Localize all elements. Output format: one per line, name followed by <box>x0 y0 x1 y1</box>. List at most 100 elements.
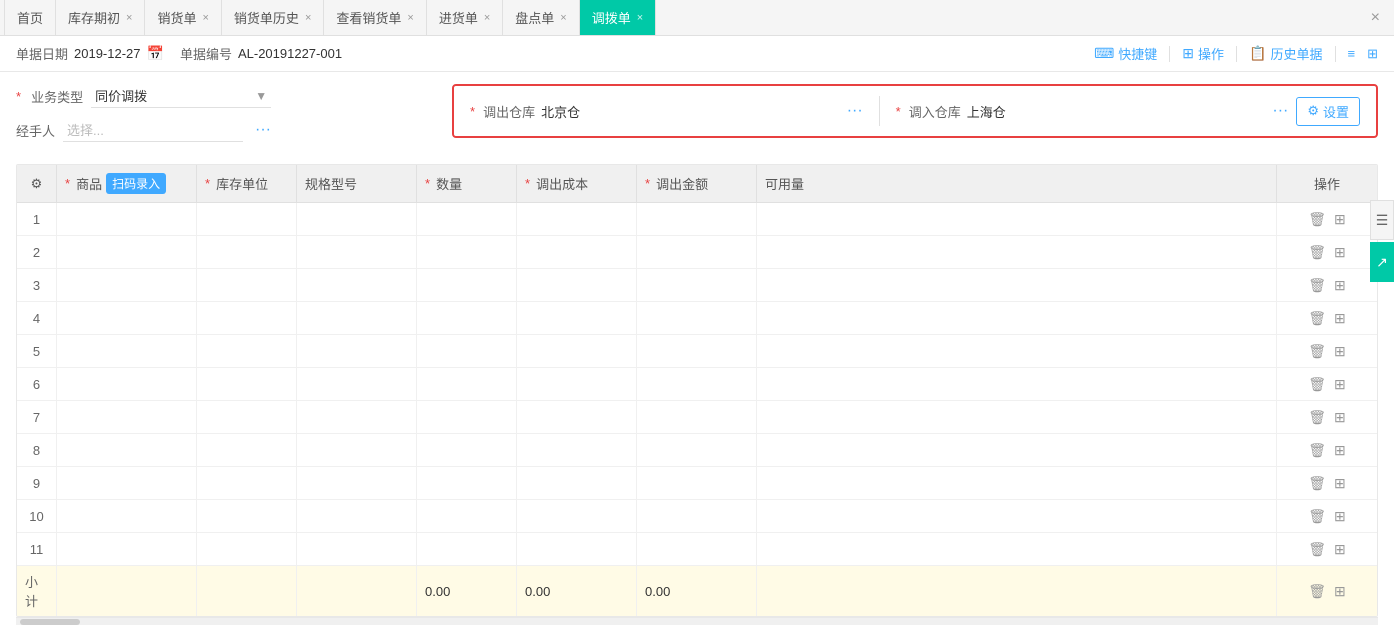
row-6-copy-icon[interactable]: ⊞ <box>1334 376 1346 393</box>
row-11-delete-icon[interactable]: 🗑 <box>1308 541 1326 558</box>
row-1-spec[interactable] <box>297 203 417 235</box>
row-10-cost[interactable] <box>517 500 637 532</box>
row-8-cost[interactable] <box>517 434 637 466</box>
row-5-product[interactable] <box>57 335 197 367</box>
window-close-button[interactable]: × <box>1361 9 1390 27</box>
row-8-qty[interactable] <box>417 434 517 466</box>
out-warehouse-more-icon[interactable]: ··· <box>847 102 863 120</box>
row-6-available[interactable] <box>757 368 1277 400</box>
row-5-spec[interactable] <box>297 335 417 367</box>
row-11-copy-icon[interactable]: ⊞ <box>1334 541 1346 558</box>
row-8-copy-icon[interactable]: ⊞ <box>1334 442 1346 459</box>
row-3-amount[interactable] <box>637 269 757 301</box>
row-11-product[interactable] <box>57 533 197 565</box>
row-1-qty[interactable] <box>417 203 517 235</box>
row-7-spec[interactable] <box>297 401 417 433</box>
grid-view-button[interactable]: ⊞ <box>1367 46 1378 62</box>
row-11-qty[interactable] <box>417 533 517 565</box>
row-6-product[interactable] <box>57 368 197 400</box>
tab-close-sales-order[interactable]: × <box>202 12 208 24</box>
row-10-available[interactable] <box>757 500 1277 532</box>
tab-sales-history[interactable]: 销货单历史 × <box>222 0 324 35</box>
row-4-available[interactable] <box>757 302 1277 334</box>
row-3-copy-icon[interactable]: ⊞ <box>1334 277 1346 294</box>
row-5-cost[interactable] <box>517 335 637 367</box>
row-11-unit[interactable] <box>197 533 297 565</box>
row-3-spec[interactable] <box>297 269 417 301</box>
row-2-amount[interactable] <box>637 236 757 268</box>
handler-more-icon[interactable]: ··· <box>255 121 271 139</box>
row-4-delete-icon[interactable]: 🗑 <box>1308 310 1326 327</box>
tab-home[interactable]: 首页 <box>4 0 56 35</box>
row-3-cost[interactable] <box>517 269 637 301</box>
handler-select[interactable]: 选择... <box>63 118 243 142</box>
row-5-unit[interactable] <box>197 335 297 367</box>
row-7-available[interactable] <box>757 401 1277 433</box>
row-6-amount[interactable] <box>637 368 757 400</box>
row-3-available[interactable] <box>757 269 1277 301</box>
row-8-delete-icon[interactable]: 🗑 <box>1308 442 1326 459</box>
row-1-amount[interactable] <box>637 203 757 235</box>
tab-sales-order[interactable]: 销货单 × <box>145 0 221 35</box>
row-7-product[interactable] <box>57 401 197 433</box>
row-4-cost[interactable] <box>517 302 637 334</box>
row-5-copy-icon[interactable]: ⊞ <box>1334 343 1346 360</box>
th-settings[interactable]: ⚙ <box>17 165 57 202</box>
scrollbar-thumb[interactable] <box>20 619 80 625</box>
row-2-unit[interactable] <box>197 236 297 268</box>
in-warehouse-more-icon[interactable]: ··· <box>1272 102 1288 120</box>
row-4-spec[interactable] <box>297 302 417 334</box>
row-4-copy-icon[interactable]: ⊞ <box>1334 310 1346 327</box>
tab-close-inventory-init[interactable]: × <box>126 12 132 24</box>
row-10-amount[interactable] <box>637 500 757 532</box>
horizontal-scrollbar[interactable] <box>16 617 1378 625</box>
row-9-cost[interactable] <box>517 467 637 499</box>
row-1-unit[interactable] <box>197 203 297 235</box>
row-1-product[interactable] <box>57 203 197 235</box>
row-6-unit[interactable] <box>197 368 297 400</box>
row-2-product[interactable] <box>57 236 197 268</box>
row-2-delete-icon[interactable]: 🗑 <box>1308 244 1326 261</box>
row-3-unit[interactable] <box>197 269 297 301</box>
row-2-spec[interactable] <box>297 236 417 268</box>
shortcuts-button[interactable]: ⌨ 快捷键 <box>1094 44 1157 63</box>
row-7-amount[interactable] <box>637 401 757 433</box>
row-10-spec[interactable] <box>297 500 417 532</box>
subtotal-copy-icon[interactable]: ⊞ <box>1334 583 1346 600</box>
tab-inventory-init[interactable]: 库存期初 × <box>56 0 145 35</box>
row-9-delete-icon[interactable]: 🗑 <box>1308 475 1326 492</box>
history-button[interactable]: 📋 历史单据 <box>1249 44 1322 63</box>
row-3-delete-icon[interactable]: 🗑 <box>1308 277 1326 294</box>
biz-type-select[interactable]: 同价调拨 ▼ <box>91 84 271 108</box>
list-view-button[interactable]: ≡ <box>1348 46 1356 61</box>
row-1-delete-icon[interactable]: 🗑 <box>1308 211 1326 228</box>
row-5-delete-icon[interactable]: 🗑 <box>1308 343 1326 360</box>
row-11-available[interactable] <box>757 533 1277 565</box>
row-7-unit[interactable] <box>197 401 297 433</box>
row-9-spec[interactable] <box>297 467 417 499</box>
row-3-qty[interactable] <box>417 269 517 301</box>
row-6-cost[interactable] <box>517 368 637 400</box>
row-5-qty[interactable] <box>417 335 517 367</box>
row-7-cost[interactable] <box>517 401 637 433</box>
row-6-spec[interactable] <box>297 368 417 400</box>
row-10-unit[interactable] <box>197 500 297 532</box>
row-5-available[interactable] <box>757 335 1277 367</box>
row-1-cost[interactable] <box>517 203 637 235</box>
row-4-product[interactable] <box>57 302 197 334</box>
tab-view-sales[interactable]: 查看销货单 × <box>324 0 426 35</box>
row-9-copy-icon[interactable]: ⊞ <box>1334 475 1346 492</box>
tab-close-inventory-check[interactable]: × <box>560 12 566 24</box>
row-1-copy-icon[interactable]: ⊞ <box>1334 211 1346 228</box>
row-10-qty[interactable] <box>417 500 517 532</box>
tab-close-sales-history[interactable]: × <box>305 12 311 24</box>
subtotal-delete-icon[interactable]: 🗑 <box>1308 583 1326 600</box>
row-6-delete-icon[interactable]: 🗑 <box>1308 376 1326 393</box>
row-8-unit[interactable] <box>197 434 297 466</box>
row-9-unit[interactable] <box>197 467 297 499</box>
float-expand-button[interactable]: ↗ <box>1370 242 1394 282</box>
row-10-product[interactable] <box>57 500 197 532</box>
row-4-amount[interactable] <box>637 302 757 334</box>
tab-close-purchase-order[interactable]: × <box>484 12 490 24</box>
row-1-available[interactable] <box>757 203 1277 235</box>
